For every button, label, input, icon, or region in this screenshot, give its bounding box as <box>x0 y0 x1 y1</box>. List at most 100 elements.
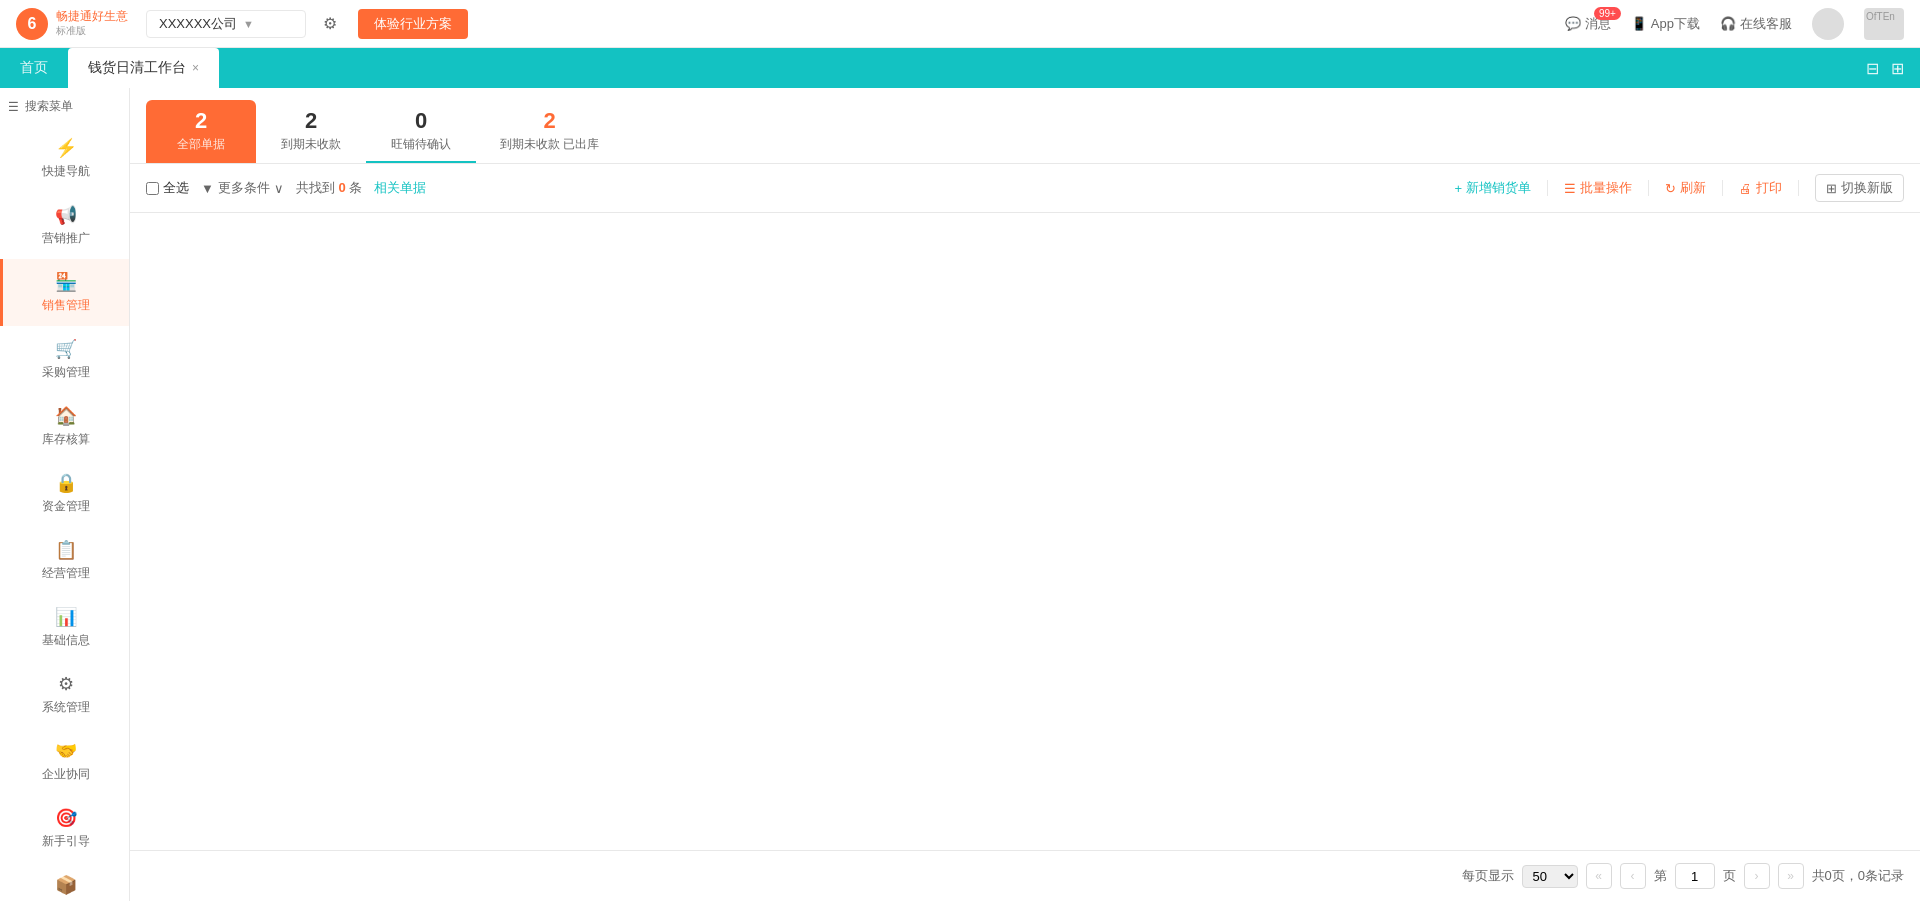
online-service-btn[interactable]: 🎧 在线客服 <box>1720 15 1792 33</box>
last-page-btn[interactable]: » <box>1778 863 1804 889</box>
company-name: XXXXXX公司 <box>159 15 237 33</box>
cooperation-label: 企业协同 <box>42 766 90 783</box>
top-header: 6 畅捷通好生意 标准版 XXXXXX公司 ▼ ⚙ 体验行业方案 💬 消息 99… <box>0 0 1920 48</box>
logo-icon: 6 <box>16 8 48 40</box>
next-page-btn[interactable]: › <box>1744 863 1770 889</box>
finance-label: 资金管理 <box>42 498 90 515</box>
found-text: 共找到 0 条 <box>296 179 362 197</box>
expand-btn[interactable]: ⊞ <box>1891 59 1904 78</box>
collapse-btn[interactable]: ⊟ <box>1866 59 1879 78</box>
stat-overdue-number: 2 <box>305 108 317 134</box>
sidebar-item-operations[interactable]: 📋 经营管理 <box>0 527 129 594</box>
stat-tab-pending[interactable]: 0 旺铺待确认 <box>366 100 476 163</box>
sidebar-item-sales[interactable]: 🏪 销售管理 <box>0 259 129 326</box>
sidebar-item-marketing[interactable]: 📢 营销推广 <box>0 192 129 259</box>
sidebar-item-purchase[interactable]: 🛒 采购管理 <box>0 326 129 393</box>
add-sale-btn[interactable]: + 新增销货单 <box>1454 179 1531 197</box>
company-selector[interactable]: XXXXXX公司 ▼ <box>146 10 306 38</box>
total-info: 共0页，0条记录 <box>1812 867 1904 885</box>
select-all-area[interactable]: 全选 <box>146 179 189 197</box>
found-prefix: 共找到 <box>296 180 335 195</box>
search-menu-label: 搜索菜单 <box>25 98 73 115</box>
sidebar-item-inventory[interactable]: 🏠 库存核算 <box>0 393 129 460</box>
print-icon: 🖨 <box>1739 181 1752 196</box>
switch-label: 切换新版 <box>1841 179 1893 197</box>
stat-shipped-label: 到期未收款 已出库 <box>500 136 599 153</box>
sales-label: 销售管理 <box>42 297 90 314</box>
filter-label: 更多条件 <box>218 179 270 197</box>
stat-tab-all[interactable]: 2 全部单据 <box>146 100 256 163</box>
select-all-checkbox[interactable] <box>146 182 159 195</box>
stat-tab-overdue[interactable]: 2 到期未收款 <box>256 100 366 163</box>
page-input[interactable] <box>1675 863 1715 889</box>
content-area: 2 全部单据 2 到期未收款 0 旺铺待确认 2 到期未收款 已出库 全选 <box>130 88 1920 901</box>
add-sale-label: 新增销货单 <box>1466 179 1531 197</box>
toolbar: 全选 ▼ 更多条件 ∨ 共找到 0 条 相关单据 + 新增销货单 ☰ <box>130 164 1920 213</box>
batch-icon: ☰ <box>1564 181 1576 196</box>
stat-all-number: 2 <box>195 108 207 134</box>
print-btn[interactable]: 🖨 打印 <box>1739 179 1782 197</box>
purchase-label: 采购管理 <box>42 364 90 381</box>
app-center-icon: 📦 <box>55 874 77 896</box>
app-download-btn[interactable]: 📱 App下载 <box>1631 15 1700 33</box>
search-menu-btn[interactable]: ☰ 搜索菜单 <box>0 88 129 125</box>
logo-name: 畅捷通好生意 <box>56 9 128 25</box>
divider1 <box>1547 180 1548 196</box>
purchase-icon: 🛒 <box>55 338 77 360</box>
found-count: 0 <box>339 180 346 195</box>
logo-area: 6 畅捷通好生意 标准版 <box>16 8 146 40</box>
avatar[interactable] <box>1812 8 1844 40</box>
operations-icon: 📋 <box>55 539 77 561</box>
finance-icon: 🔒 <box>55 472 77 494</box>
system-icon: ⚙ <box>58 673 74 695</box>
settings-icon[interactable]: ⚙ <box>314 8 346 40</box>
sidebar-item-system[interactable]: ⚙ 系统管理 <box>0 661 129 728</box>
sidebar-item-quick-nav[interactable]: ⚡ 快捷导航 <box>0 125 129 192</box>
home-tab-label: 首页 <box>20 59 48 77</box>
found-unit: 条 <box>349 180 362 195</box>
print-label: 打印 <box>1756 179 1782 197</box>
refresh-label: 刷新 <box>1680 179 1706 197</box>
sidebar-item-app-center[interactable]: 📦 应用中心 <box>0 862 129 901</box>
switch-icon: ⊞ <box>1826 181 1837 196</box>
search-icon: ☰ <box>8 100 19 114</box>
page-suffix: 页 <box>1723 867 1736 885</box>
add-icon: + <box>1454 181 1462 196</box>
sidebar-item-guide[interactable]: 🎯 新手引导 <box>0 795 129 862</box>
trial-btn[interactable]: 体验行业方案 <box>358 9 468 39</box>
tab-home[interactable]: 首页 <box>0 48 68 88</box>
filter-arrow: ∨ <box>274 181 284 196</box>
first-page-btn[interactable]: « <box>1586 863 1612 889</box>
base-info-label: 基础信息 <box>42 632 90 649</box>
message-btn[interactable]: 💬 消息 99+ <box>1565 15 1611 33</box>
prev-page-btn[interactable]: ‹ <box>1620 863 1646 889</box>
divider4 <box>1798 180 1799 196</box>
divider2 <box>1648 180 1649 196</box>
logo-version: 标准版 <box>56 24 128 38</box>
cooperation-icon: 🤝 <box>55 740 77 762</box>
sidebar-item-cooperation[interactable]: 🤝 企业协同 <box>0 728 129 795</box>
toolbar-right: + 新增销货单 ☰ 批量操作 ↻ 刷新 🖨 打印 <box>1454 174 1904 202</box>
tab-cash-daily[interactable]: 钱货日清工作台 × <box>68 48 219 88</box>
refresh-btn[interactable]: ↻ 刷新 <box>1665 179 1706 197</box>
operations-label: 经营管理 <box>42 565 90 582</box>
system-label: 系统管理 <box>42 699 90 716</box>
tab-close-icon[interactable]: × <box>192 61 199 75</box>
sidebar-item-finance[interactable]: 🔒 资金管理 <box>0 460 129 527</box>
stat-all-label: 全部单据 <box>177 136 225 153</box>
filter-btn[interactable]: ▼ 更多条件 ∨ <box>201 179 284 197</box>
online-service-label: 在线客服 <box>1740 15 1792 33</box>
stat-tab-shipped[interactable]: 2 到期未收款 已出库 <box>476 100 623 163</box>
switch-btn[interactable]: ⊞ 切换新版 <box>1815 174 1904 202</box>
inventory-label: 库存核算 <box>42 431 90 448</box>
per-page-select[interactable]: 50 100 200 <box>1522 865 1578 888</box>
user-name-area[interactable]: OfTEn <box>1864 8 1904 40</box>
inventory-icon: 🏠 <box>55 405 77 427</box>
header-right: 💬 消息 99+ 📱 App下载 🎧 在线客服 OfTEn <box>1565 8 1904 40</box>
batch-btn[interactable]: ☰ 批量操作 <box>1564 179 1632 197</box>
related-link[interactable]: 相关单据 <box>374 179 426 197</box>
quick-nav-label: 快捷导航 <box>42 163 90 180</box>
download-icon: 📱 <box>1631 16 1647 31</box>
sidebar-item-base-info[interactable]: 📊 基础信息 <box>0 594 129 661</box>
base-info-icon: 📊 <box>55 606 77 628</box>
